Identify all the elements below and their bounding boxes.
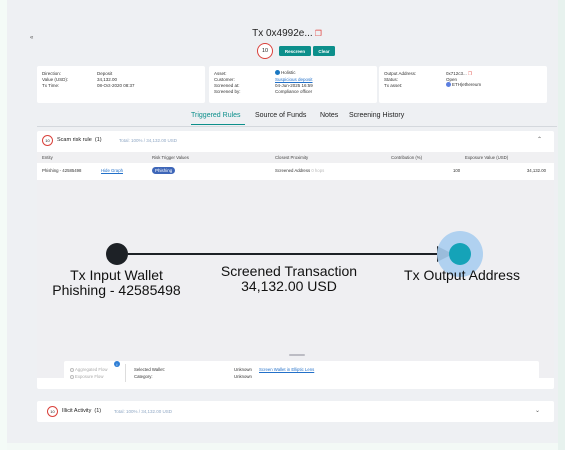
- holistic-icon: [275, 70, 280, 76]
- output-address-node[interactable]: [449, 243, 471, 265]
- col-closest-proximity: Closest Proximity: [275, 155, 309, 160]
- hide-graph-link[interactable]: Hide Graph: [101, 168, 123, 173]
- direction-label: Direction:: [42, 71, 62, 76]
- tab-source-of-funds[interactable]: Source of Funds: [255, 112, 306, 119]
- exposure-value: 34,132.00: [526, 168, 546, 173]
- tab-triggered-rules[interactable]: Triggered Rules: [191, 112, 241, 119]
- rule-table-header: Entity Risk Trigger Values Closest Proxi…: [37, 152, 554, 163]
- selected-wallet-value: Unknown: [234, 367, 252, 372]
- copy-icon[interactable]: ❐: [315, 29, 322, 38]
- tx-asset-label: Tx asset:: [384, 83, 403, 88]
- edge-title: Screened Transaction: [220, 263, 358, 279]
- customer-link[interactable]: Suspicious deposit: [275, 77, 313, 82]
- output-address-label: Tx Output Address: [404, 267, 520, 283]
- screened-by-value: Compliance officer: [275, 89, 313, 94]
- tabs-divider: [37, 126, 557, 127]
- exposure-flow-toggle[interactable]: Exposure Flow: [70, 374, 103, 379]
- screened-at-value: 04-Jun-2025 16:59: [275, 83, 313, 88]
- contribution-value: 100: [453, 168, 461, 173]
- table-row[interactable]: Phishing - 42585498 Hide Graph Phishing …: [37, 165, 554, 175]
- col-risk-trigger: Risk Trigger Values: [152, 155, 189, 160]
- tx-asset-value: ETH|ethereum: [446, 82, 481, 88]
- trigger-badge: Phishing: [152, 166, 176, 174]
- aggregated-flow-toggle[interactable]: Aggregated Flow: [70, 367, 108, 372]
- tx-time-value: 08-Oct-2020 08:37: [97, 83, 135, 88]
- col-contribution: Contribution (%): [391, 155, 423, 160]
- input-wallet-entity: Phishing - 42585498: [52, 282, 181, 298]
- edge-amount: 34,132.00 USD: [241, 278, 337, 294]
- category-value: Unknown: [234, 374, 252, 379]
- graph-details-panel: Aggregated Flow Exposure Flow i Selected…: [64, 361, 539, 385]
- tab-notes[interactable]: Notes: [320, 112, 338, 119]
- eth-icon: [446, 82, 451, 88]
- selected-wallet-label: Selected Wallet:: [134, 367, 165, 372]
- input-wallet-title: Tx Input Wallet: [70, 267, 163, 283]
- transaction-detail-page: « Tx 0x4992e... ❐ 10 Rescreen Clear Direc…: [7, 0, 558, 450]
- tab-screening-history[interactable]: Screening History: [349, 112, 404, 119]
- graph-resize-handle[interactable]: [289, 354, 305, 356]
- direction-value: Deposit: [97, 71, 113, 76]
- chevron-up-icon[interactable]: ⌃: [537, 136, 542, 143]
- page-title: Tx 0x4992e... ❐: [237, 28, 337, 39]
- screening-info-card: Asset: Holistic Customer: Suspicious dep…: [209, 66, 377, 103]
- radio-icon: [70, 374, 74, 379]
- screened-at-label: Screened at:: [214, 83, 240, 88]
- right-margin: [558, 0, 565, 450]
- clear-button[interactable]: Clear: [313, 46, 335, 56]
- value-amount: 34,132.00: [97, 77, 118, 82]
- graph-canvas[interactable]: Tx Input Wallet Phishing - 42585498 Scre…: [37, 180, 554, 378]
- illicit-total: Total: 100% / 34,132.00 USD: [114, 409, 173, 414]
- screened-by-label: Screened by:: [214, 89, 241, 94]
- bottom-margin: [7, 443, 558, 450]
- rule-title: Scam risk rule (1): [57, 137, 102, 143]
- rule-total: Total: 100% / 34,132.00 USD: [119, 138, 178, 143]
- status-label: Status:: [384, 77, 399, 82]
- col-entity: Entity: [42, 155, 53, 160]
- divider: [125, 364, 126, 382]
- rule-score-badge: 10: [42, 135, 53, 146]
- customer-label: Customer:: [214, 77, 235, 82]
- transaction-info-card: Direction: Deposit Value (USD): 34,132.0…: [37, 66, 205, 103]
- entity-name: Phishing - 42585498: [42, 168, 82, 173]
- tx-time-label: Tx Time:: [42, 83, 60, 88]
- edge-label: Screened Transaction 34,132.00 USD: [205, 264, 373, 294]
- input-wallet-node[interactable]: [106, 243, 128, 265]
- copy-address-icon[interactable]: ❐: [468, 71, 472, 76]
- illicit-title: Illicit Activity (1): [62, 408, 102, 414]
- category-label: Category:: [134, 374, 153, 379]
- scam-rule-header[interactable]: 10 Scam risk rule (1) Total: 100% / 34,1…: [37, 131, 554, 151]
- radio-icon: [70, 367, 74, 372]
- tx-hash: Tx 0x4992e...: [252, 28, 313, 39]
- detail-tabs: Triggered Rules Source of Funds Notes Sc…: [7, 112, 558, 126]
- illicit-activity-panel[interactable]: 10 Illicit Activity (1) Total: 100% / 34…: [37, 401, 554, 422]
- output-info-card: Output Address: 0x712c3... ❐ Status: Ope…: [379, 66, 547, 103]
- rescreen-button[interactable]: Rescreen: [279, 46, 311, 56]
- info-icon[interactable]: i: [114, 361, 120, 367]
- risk-score-badge: 10: [257, 43, 273, 59]
- input-wallet-label: Tx Input Wallet Phishing - 42585498: [49, 268, 184, 298]
- left-margin: [0, 0, 7, 450]
- illicit-score-badge: 10: [47, 406, 58, 417]
- screen-wallet-link[interactable]: Screen Wallet in Elliptic Lens: [259, 367, 314, 372]
- asset-label: Asset:: [214, 71, 227, 76]
- value-label: Value (USD):: [42, 77, 69, 82]
- output-address-label: Output Address:: [384, 71, 417, 76]
- asset-value: Holistic: [275, 70, 296, 76]
- chevron-down-icon[interactable]: ⌄: [535, 407, 540, 414]
- collapse-sidebar-icon[interactable]: «: [30, 35, 33, 41]
- proximity-value: Screened Address 0 hops: [275, 168, 325, 173]
- col-exposure: Exposure Value (USD): [465, 155, 509, 160]
